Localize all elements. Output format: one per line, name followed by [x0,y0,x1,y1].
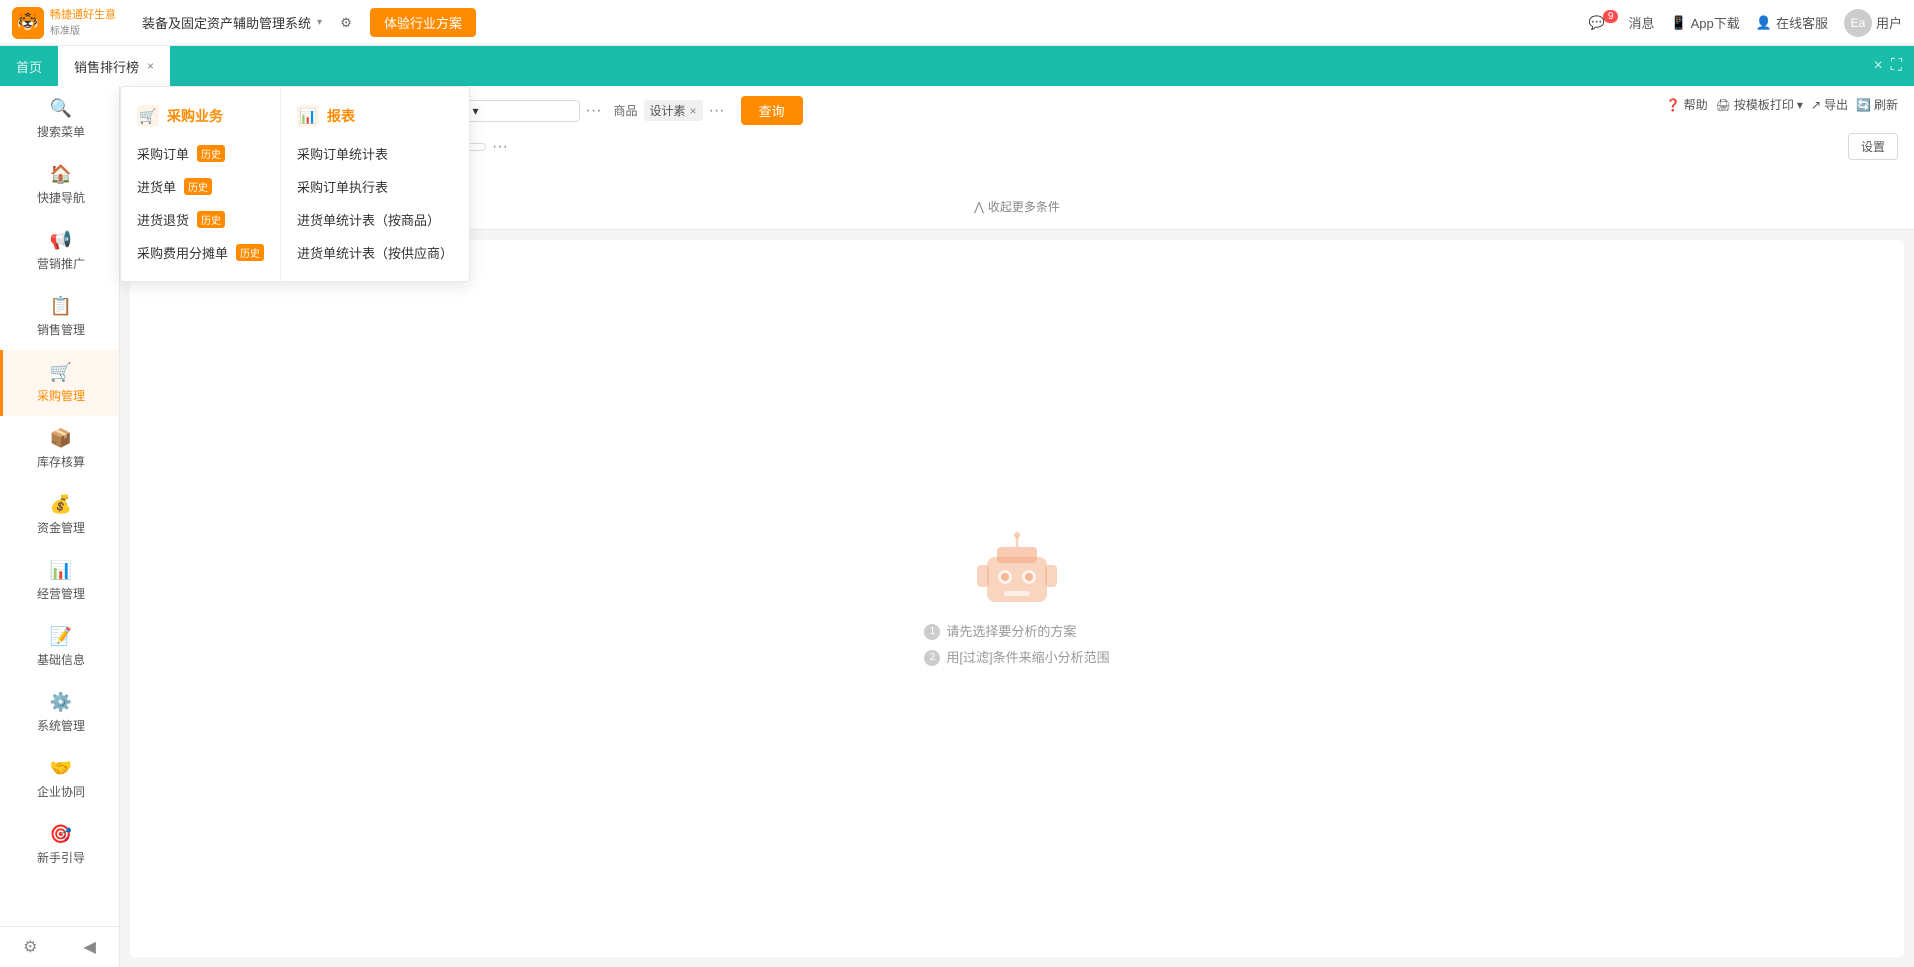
system-title[interactable]: 装备及固定资产辅助管理系统 ▾ [142,13,322,32]
menu-item-purchase-order-exec[interactable]: 采购订单执行表 [281,170,469,203]
sidebar-item-purchase[interactable]: 🛒 采购管理 [0,350,119,416]
logo-badge: 标准版 [50,22,116,37]
print-button[interactable]: 🖨 按模板打印 ▾ [1716,96,1803,113]
empty-icon [967,527,1067,607]
logo-text: 畅捷通好生意 [50,8,116,22]
app-download-action[interactable]: 📱 App下载 [1670,13,1739,32]
bill-status-select[interactable]: ▾ [460,100,580,122]
refresh-icon: 🔄 [1856,98,1871,112]
operations-icon: 📊 [50,560,72,581]
collapse-icon: ⋀ [974,200,984,214]
sidebar-bottom: ⚙ ◀ [0,926,119,967]
collapse-button[interactable]: ⋀ 收起更多条件 [974,198,1060,215]
help-button[interactable]: ❓ 帮助 [1666,96,1708,113]
logo-icon: 🐯 [12,7,44,39]
menu-item-incoming-stat-goods[interactable]: 进货单统计表（按商品） [281,203,469,236]
message-action[interactable]: 💬 9 消息 [1589,13,1655,32]
inventory-icon: 📦 [50,428,72,449]
tab-bar-actions: × ⛶ [1873,57,1914,75]
setup-button[interactable]: 设置 [1848,133,1898,160]
avatar: Ea [1844,9,1872,37]
tab-home[interactable]: 首页 [0,46,58,86]
menu-item-return[interactable]: 进货退货 历史 [121,203,280,236]
menu-item-purchase-order-stat[interactable]: 采购订单统计表 [281,137,469,170]
print-arrow-icon: ▾ [1797,98,1803,112]
guide-icon: 🎯 [50,824,72,845]
search-icon: 🔍 [50,98,72,119]
sidebar-item-corp[interactable]: 🤝 企业协同 [0,746,119,812]
goods-more[interactable]: ··· [709,102,725,120]
purchase-col: 🛒 采购业务 采购订单 历史 进货单 历史 进货退货 历史 采购费用分摊单 历史 [121,87,281,281]
bill-status-arrow: ▾ [473,104,479,118]
marketing-icon: 📢 [50,230,72,251]
empty-state: 1 请先选择要分析的方案 2 用[过滤]条件来缩小分析范围 [130,240,1904,957]
sidebar: 🔍 搜索菜单 🏠 快捷导航 📢 营销推广 📋 销售管理 🛒 采购管理 📦 库存核… [0,86,120,967]
sales-icon: 📋 [50,296,72,317]
history-badge-0: 历史 [197,145,225,162]
sidebar-item-inventory[interactable]: 📦 库存核算 [0,416,119,482]
system-title-arrow: ▾ [317,17,322,28]
empty-robot-svg [967,527,1067,617]
bill-status-more[interactable]: ··· [586,102,602,120]
sidebar-item-operations[interactable]: 📊 经营管理 [0,548,119,614]
tab-sales-rank[interactable]: 销售排行榜 × [58,46,170,86]
sidebar-item-search[interactable]: 🔍 搜索菜单 [0,86,119,152]
sidebar-collapse-button[interactable]: ◀ [84,937,96,957]
settings-button[interactable]: ⚙ [332,9,360,37]
app-icon: 📱 [1670,15,1686,31]
report-col-header: 📊 报表 [281,99,469,137]
history-badge-3: 历史 [236,244,264,261]
menu-item-expense[interactable]: 采购费用分摊单 历史 [121,236,280,269]
menu-item-incoming-stat-supplier[interactable]: 进货单统计表（按供应商） [281,236,469,269]
system-icon: ⚙️ [50,692,72,713]
sidebar-item-guide[interactable]: 🎯 新手引导 [0,812,119,878]
sidebar-item-fund[interactable]: 💰 资金管理 [0,482,119,548]
empty-hint-2: 2 用[过滤]条件来缩小分析范围 [924,645,1109,671]
sidebar-item-marketing[interactable]: 📢 营销推广 [0,218,119,284]
empty-hint-1: 1 请先选择要分析的方案 [924,619,1109,645]
sidebar-item-system[interactable]: ⚙️ 系统管理 [0,680,119,746]
salesman-more[interactable]: ··· [492,138,508,156]
sidebar-item-sales[interactable]: 📋 销售管理 [0,284,119,350]
history-badge-1: 历史 [184,178,212,195]
filter-actions-right: ❓ 帮助 🖨 按模板打印 ▾ ↗ 导出 🔄 刷新 [1666,96,1898,113]
goods-tag: 设计素 × [644,100,703,121]
print-icon: 🖨 [1716,98,1731,112]
history-badge-2: 历史 [197,211,225,228]
goods-group: 商品 设计素 × ··· [614,100,725,121]
goods-tag-remove[interactable]: × [690,104,697,118]
export-icon: ↗ [1811,98,1821,112]
fund-icon: 💰 [50,494,72,515]
top-header: 🐯 畅捷通好生意 标准版 装备及固定资产辅助管理系统 ▾ ⚙ 体验行业方案 💬 … [0,0,1914,46]
header-right: 💬 9 消息 📱 App下载 👤 在线客服 Ea 用户 [1589,9,1902,37]
sidebar-settings-button[interactable]: ⚙ [23,937,37,957]
service-icon: 👤 [1756,15,1772,31]
purchase-col-header: 🛒 采购业务 [121,99,280,137]
goods-label: 商品 [614,102,638,119]
purchase-icon: 🛒 [50,362,72,383]
sidebar-item-basic[interactable]: 📝 基础信息 [0,614,119,680]
trial-button[interactable]: 体验行业方案 [370,8,476,37]
query-button[interactable]: 查询 [741,96,803,125]
export-button[interactable]: ↗ 导出 [1811,96,1848,113]
menu-item-purchase-order[interactable]: 采购订单 历史 [121,137,280,170]
home-icon: 🏠 [50,164,72,185]
tab-close-icon[interactable]: × [147,59,154,73]
dropdown-menu: 🛒 采购业务 采购订单 历史 进货单 历史 进货退货 历史 采购费用分摊单 历史 [120,86,470,282]
message-badge: 9 [1603,10,1619,23]
basic-icon: 📝 [50,626,72,647]
corp-icon: 🤝 [50,758,72,779]
tab-close-all-icon[interactable]: × [1873,57,1882,75]
report-col: 📊 报表 采购订单统计表 采购订单执行表 进货单统计表（按商品） 进货单统计表（… [281,87,469,281]
user-action[interactable]: Ea 用户 [1844,9,1902,37]
refresh-button[interactable]: 🔄 刷新 [1856,96,1898,113]
tab-resize-icon[interactable]: ⛶ [1891,57,1902,75]
online-service-action[interactable]: 👤 在线客服 [1756,13,1828,32]
empty-hints: 1 请先选择要分析的方案 2 用[过滤]条件来缩小分析范围 [924,619,1109,671]
sidebar-item-quick-nav[interactable]: 🏠 快捷导航 [0,152,119,218]
help-icon: ❓ [1666,98,1681,112]
menu-item-incoming[interactable]: 进货单 历史 [121,170,280,203]
logo-area: 🐯 畅捷通好生意 标准版 [12,7,132,39]
tab-bar: 首页 销售排行榜 × × ⛶ [0,46,1914,86]
